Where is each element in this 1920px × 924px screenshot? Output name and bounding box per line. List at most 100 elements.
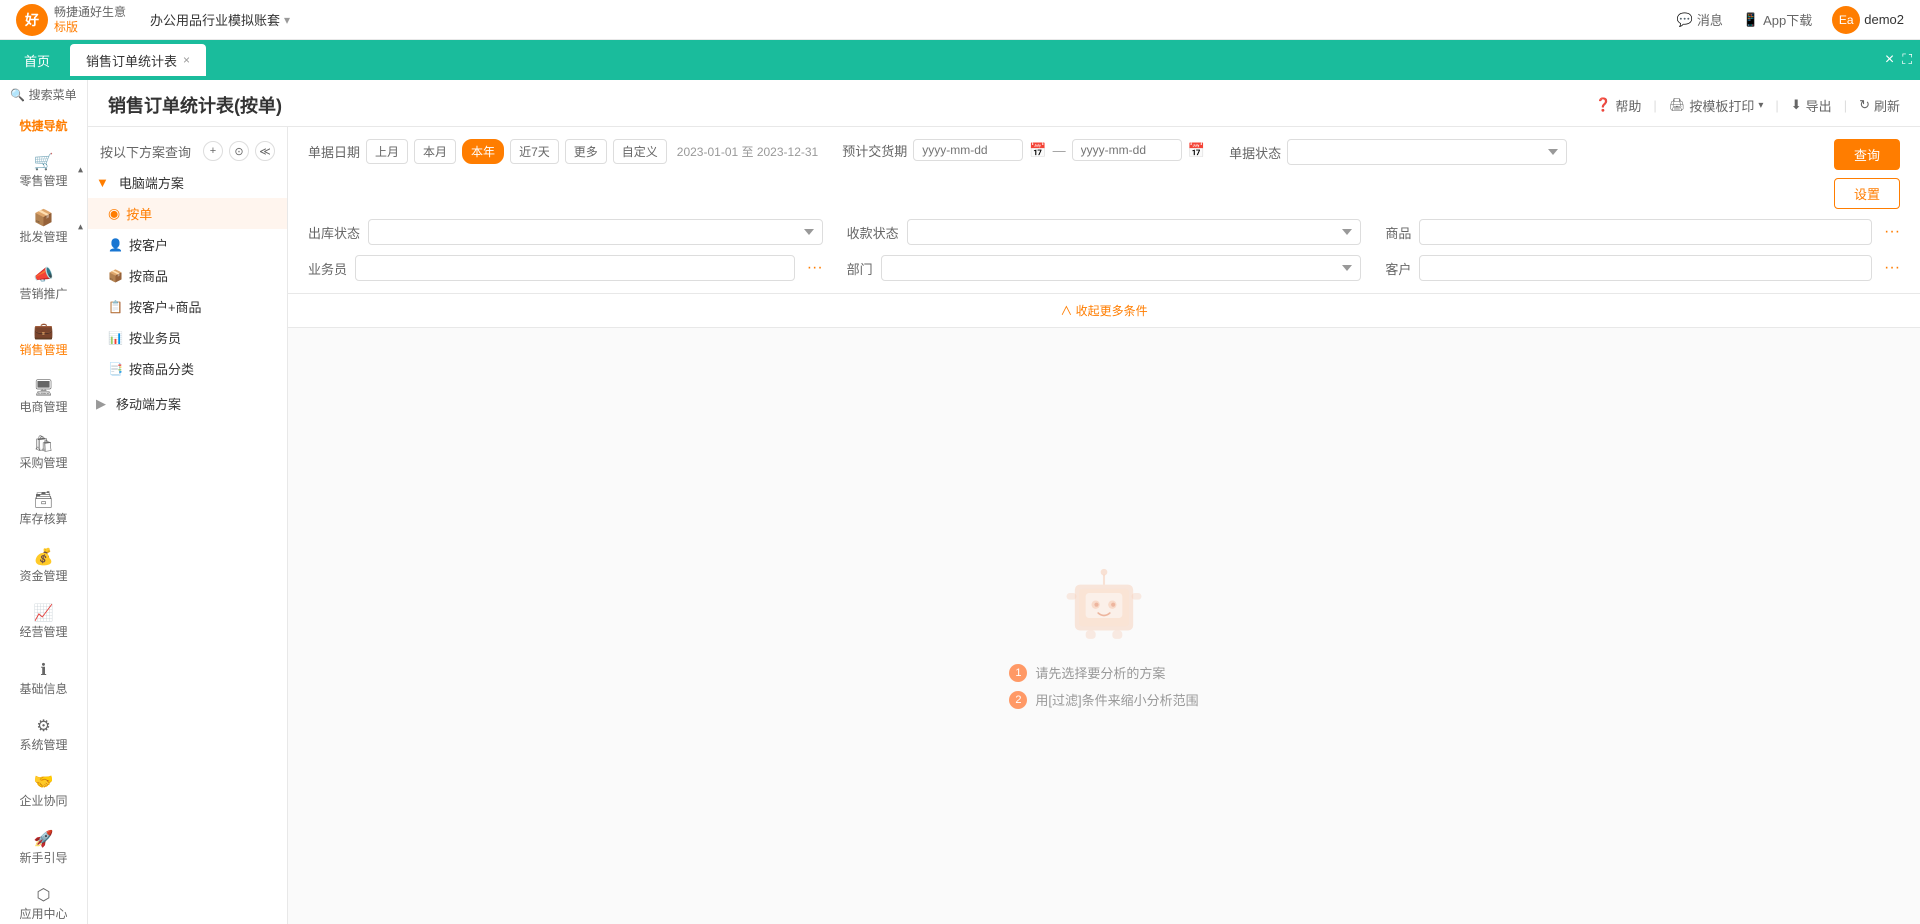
sidebar-item-sales[interactable]: 💼 销售管理 <box>0 311 87 367</box>
tab-close-icon[interactable]: × <box>183 53 190 67</box>
print-button[interactable]: 🖨 按模板打印 ▾ <box>1669 96 1764 115</box>
calendar-start-icon[interactable]: 📅 <box>1029 142 1046 159</box>
date-label: 单据日期 <box>308 142 360 161</box>
tab-home[interactable]: 首页 <box>8 44 66 76</box>
message-button[interactable]: 💬 消息 <box>1677 10 1723 29</box>
tab-sales-order[interactable]: 销售订单统计表 × <box>70 44 206 76</box>
payment-status-select[interactable] <box>907 219 1362 245</box>
goods-input[interactable] <box>1419 219 1872 245</box>
refresh-icon: ↻ <box>1859 97 1870 113</box>
goods-more-icon[interactable]: ··· <box>1884 223 1900 241</box>
date-last-month-btn[interactable]: 上月 <box>366 139 408 164</box>
quick-nav-button[interactable]: 快捷导航 <box>0 109 87 142</box>
sidebar-item-system[interactable]: ⚙ 系统管理 <box>0 706 87 762</box>
divider2: | <box>1775 98 1778 113</box>
sidebar-item-retail[interactable]: 🛒 零售管理 ▴ <box>0 142 87 198</box>
tree-item-goods-icon: 📦 <box>108 269 123 283</box>
user-area[interactable]: Ea demo2 <box>1832 6 1904 34</box>
date-this-year-btn[interactable]: 本年 <box>462 139 504 164</box>
refresh-button[interactable]: ↻ 刷新 <box>1859 96 1900 115</box>
tree-item-by-customer[interactable]: 👤 按客户 <box>88 229 287 260</box>
sidebar-item-ecommerce[interactable]: 🖥 电商管理 <box>0 368 87 424</box>
export-button[interactable]: ⬇ 导出 <box>1791 96 1832 115</box>
goods-label: 商品 <box>1385 223 1411 242</box>
sidebar-item-newbie[interactable]: 🚀 新手引导 <box>0 819 87 875</box>
message-icon: 💬 <box>1677 12 1693 28</box>
appcenter-icon: ⬡ <box>37 885 51 905</box>
print-icon: 🖨 <box>1669 97 1686 113</box>
settings-scheme-button[interactable]: ⊙ <box>229 141 249 161</box>
expected-date-end[interactable] <box>1072 139 1182 161</box>
tree-item-customer-goods-icon: 📋 <box>108 300 123 314</box>
split-area: 按以下方案查询 + ⊙ ≪ ▼ 电脑端方案 ◉ 按单 <box>88 127 1920 924</box>
empty-tip-2: 2 用[过滤]条件来缩小分析范围 <box>1009 690 1198 709</box>
dept-select[interactable] <box>881 255 1362 281</box>
right-content: 单据日期 上月 本月 本年 近7天 更多 自定义 2023-01-01 至 20… <box>288 127 1920 924</box>
expand-arrow-icon: ▴ <box>78 221 83 232</box>
empty-state: 1 请先选择要分析的方案 2 用[过滤]条件来缩小分析范围 <box>288 328 1920 924</box>
salesperson-label: 业务员 <box>308 259 347 278</box>
purchase-icon: 🛍 <box>33 434 53 454</box>
sidebar-item-management[interactable]: 📈 经营管理 <box>0 593 87 649</box>
shipment-label: 出库状态 <box>308 223 360 242</box>
empty-tip-1: 1 请先选择要分析的方案 <box>1009 663 1198 682</box>
date-this-month-btn[interactable]: 本月 <box>414 139 456 164</box>
tree-item-salesperson-icon: 📊 <box>108 331 123 345</box>
sidebar-item-wholesale[interactable]: 📦 批发管理 ▴ <box>0 198 87 254</box>
expected-date-start[interactable] <box>913 139 1023 161</box>
salesperson-more-icon[interactable]: ··· <box>807 259 823 277</box>
tree-item-by-category[interactable]: 📑 按商品分类 <box>88 353 287 384</box>
expand-arrow-icon: ▴ <box>78 165 83 176</box>
left-panel-title: 按以下方案查询 <box>100 142 191 161</box>
search-menu-button[interactable]: 🔍 搜索菜单 <box>0 80 87 109</box>
sidebar-item-inventory[interactable]: 🗃 库存核算 <box>0 480 87 536</box>
query-button[interactable]: 查询 <box>1834 139 1900 170</box>
date-more-btn[interactable]: 更多 <box>565 139 607 164</box>
window-expand-icon[interactable]: ⛶ <box>1902 51 1912 69</box>
left-panel-actions: + ⊙ ≪ <box>203 141 275 161</box>
date-last7-btn[interactable]: 近7天 <box>510 139 559 164</box>
tree-item-by-customer-goods[interactable]: 📋 按客户+商品 <box>88 291 287 322</box>
settings-button[interactable]: 设置 <box>1834 178 1900 209</box>
dept-label: 部门 <box>847 259 873 278</box>
main-layout: 🔍 搜索菜单 快捷导航 🛒 零售管理 ▴ 📦 批发管理 ▴ 📣 营销推广 💼 销… <box>0 80 1920 924</box>
ecommerce-icon: 🖥 <box>33 378 53 398</box>
tree-expand-icon: ▼ <box>96 175 109 190</box>
calendar-end-icon[interactable]: 📅 <box>1188 142 1205 159</box>
sidebar-item-marketing[interactable]: 📣 营销推广 <box>0 255 87 311</box>
sidebar: 🔍 搜索菜单 快捷导航 🛒 零售管理 ▴ 📦 批发管理 ▴ 📣 营销推广 💼 销… <box>0 80 88 924</box>
add-scheme-button[interactable]: + <box>203 141 223 161</box>
sidebar-item-basic[interactable]: ℹ 基础信息 <box>0 650 87 706</box>
collapse-conditions-bar[interactable]: ∧ 收起更多条件 <box>288 294 1920 328</box>
collapse-panel-button[interactable]: ≪ <box>255 141 275 161</box>
order-status-select[interactable] <box>1287 139 1567 165</box>
breadcrumb-arrow-icon[interactable]: ▾ <box>284 13 290 27</box>
newbie-icon: 🚀 <box>34 829 54 849</box>
tab-expand-area: × ⛶ <box>1885 51 1912 69</box>
finance-icon: 💰 <box>34 547 54 567</box>
logo-icon: 好 <box>16 4 48 36</box>
empty-illustration <box>1054 543 1154 643</box>
left-panel-header: 按以下方案查询 + ⊙ ≪ <box>88 135 287 167</box>
tree-item-by-salesperson[interactable]: 📊 按业务员 <box>88 322 287 353</box>
tree-item-by-order[interactable]: ◉ 按单 <box>88 198 287 229</box>
window-close-icon[interactable]: × <box>1885 51 1894 69</box>
breadcrumb: 办公用品行业模拟账套 ▾ <box>150 10 290 29</box>
help-button[interactable]: ❓ 帮助 <box>1595 96 1641 115</box>
left-panel: 按以下方案查询 + ⊙ ≪ ▼ 电脑端方案 ◉ 按单 <box>88 127 288 924</box>
shipment-status-select[interactable] <box>368 219 823 245</box>
sidebar-item-cooperation[interactable]: 🤝 企业协同 <box>0 762 87 818</box>
tree-item-by-goods[interactable]: 📦 按商品 <box>88 260 287 291</box>
top-bar: 好 畅捷通好生意 标版 办公用品行业模拟账套 ▾ 💬 消息 📱 App下载 Ea… <box>0 0 1920 40</box>
salesperson-input[interactable] <box>355 255 795 281</box>
divider3: | <box>1844 98 1847 113</box>
app-download-button[interactable]: 📱 App下载 <box>1743 10 1812 29</box>
payment-label: 收款状态 <box>847 223 899 242</box>
sidebar-item-purchase[interactable]: 🛍 采购管理 <box>0 424 87 480</box>
customer-more-icon[interactable]: ··· <box>1884 259 1900 277</box>
sidebar-item-appcenter[interactable]: ⬡ 应用中心 <box>0 875 87 924</box>
date-custom-btn[interactable]: 自定义 <box>613 139 667 164</box>
sidebar-item-finance[interactable]: 💰 资金管理 <box>0 537 87 593</box>
customer-input[interactable] <box>1419 255 1872 281</box>
tree-mobile-expand-icon: ▶ <box>96 396 106 412</box>
